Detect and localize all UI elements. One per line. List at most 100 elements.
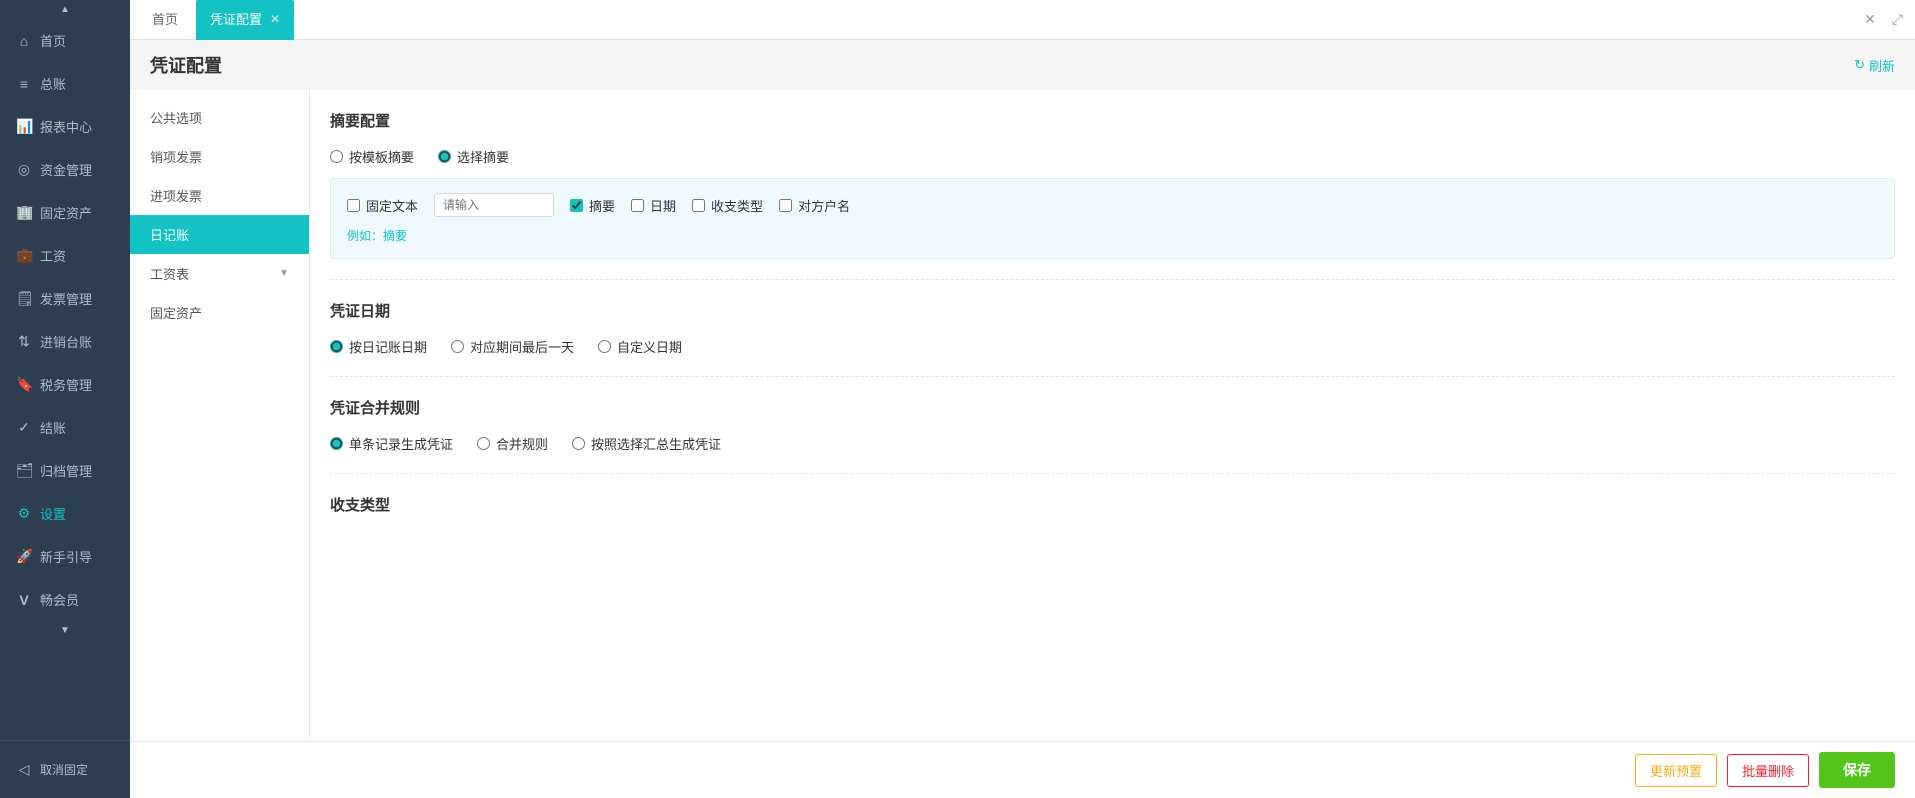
checkbox-counterparty-input[interactable] (779, 199, 792, 212)
purchase-sales-icon: ⇅ (16, 333, 32, 350)
sidebar-item-fixed-assets[interactable]: 🏢 固定资产 (0, 191, 130, 234)
nav-item-purchase-invoice[interactable]: 进项发票 (130, 176, 309, 215)
summary-config-radio-group: 按模板摘要 选择摘要 (330, 147, 1895, 166)
section-voucher-date: 凭证日期 按日记账日期 对应期间最后一天 自定义日期 (330, 280, 1895, 377)
section-summary-config: 摘要配置 按模板摘要 选择摘要 (330, 90, 1895, 280)
radio-template-summary-input[interactable] (330, 150, 343, 163)
tax-icon: 🔖 (16, 376, 32, 393)
tab-close-window-button[interactable]: ✕ (1860, 7, 1880, 32)
voucher-date-title: 凭证日期 (330, 300, 1895, 321)
checkbox-summary-input[interactable] (570, 199, 583, 212)
tab-bar: 首页 凭证配置 ✕ ✕ ⤢ (130, 0, 1915, 40)
save-button[interactable]: 保存 (1819, 752, 1895, 788)
sidebar-scroll-down[interactable]: ▼ (0, 621, 130, 640)
archive-icon: 🗂 (16, 462, 32, 479)
tab-actions: ✕ ⤢ (1860, 7, 1907, 32)
invoice-icon: 🗒 (16, 290, 32, 307)
income-expense-type-title: 收支类型 (330, 494, 1895, 515)
fixed-text-input[interactable] (434, 193, 554, 217)
sidebar-item-salary[interactable]: 💼 工资 (0, 234, 130, 277)
vip-icon: V (16, 592, 32, 608)
checkbox-summary[interactable]: 摘要 (570, 196, 615, 215)
radio-custom-date[interactable]: 自定义日期 (598, 337, 682, 356)
sidebar-item-tax-mgmt[interactable]: 🔖 税务管理 (0, 363, 130, 406)
radio-select-summary[interactable]: 选择摘要 (438, 147, 509, 166)
sidebar-item-funds[interactable]: ◎ 资金管理 (0, 148, 130, 191)
fixed-assets-icon: 🏢 (16, 204, 32, 221)
refresh-icon: ↻ (1854, 57, 1865, 73)
merge-rules-radio-group: 单条记录生成凭证 合并规则 按照选择汇总生成凭证 (330, 434, 1895, 453)
sidebar-bottom: ◁ 取消固定 (0, 740, 130, 798)
sidebar-item-reports[interactable]: 📊 报表中心 (0, 105, 130, 148)
sidebar: ▲ ⌂ 首页 ≡ 总账 📊 报表中心 ◎ 资金管理 🏢 固定资产 💼 工资 🗒 … (0, 0, 130, 798)
sidebar-item-invoice-mgmt[interactable]: 🗒 发票管理 (0, 277, 130, 320)
sidebar-item-home[interactable]: ⌂ 首页 (0, 19, 130, 62)
checkbox-counterparty-name[interactable]: 对方户名 (779, 196, 850, 215)
section-merge-rules: 凭证合并规则 单条记录生成凭证 合并规则 按照选择汇总生成凭证 (330, 377, 1895, 474)
example-text: 例如：摘要 (347, 227, 1878, 244)
checkbox-income-expense-input[interactable] (692, 199, 705, 212)
sidebar-item-purchase-sales[interactable]: ⇅ 进销台账 (0, 320, 130, 363)
radio-custom-date-input[interactable] (598, 340, 611, 353)
right-content: 摘要配置 按模板摘要 选择摘要 (310, 90, 1915, 741)
content-body: 公共选项 销项发票 进项发票 日记账 工资表 ▼ 固定资产 (130, 90, 1915, 741)
summary-checkbox-options: 固定文本 摘要 日期 (330, 178, 1895, 259)
sidebar-item-ledger[interactable]: ≡ 总账 (0, 62, 130, 105)
nav-item-public-options[interactable]: 公共选项 (130, 98, 309, 137)
checkbox-date[interactable]: 日期 (631, 196, 676, 215)
settlement-icon: ✓ (16, 419, 32, 436)
radio-last-day-input[interactable] (451, 340, 464, 353)
summary-config-title: 摘要配置 (330, 110, 1895, 131)
radio-by-journal-date[interactable]: 按日记账日期 (330, 337, 427, 356)
radio-select-summary-input[interactable] (438, 150, 451, 163)
refresh-button[interactable]: ↻ 刷新 (1854, 56, 1895, 75)
tab-voucher-config[interactable]: 凭证配置 ✕ (196, 0, 294, 40)
checkbox-fixed-text[interactable]: 固定文本 (347, 196, 418, 215)
home-icon: ⌂ (16, 33, 32, 49)
nav-item-sales-invoice[interactable]: 销项发票 (130, 137, 309, 176)
tab-expand-button[interactable]: ⤢ (1888, 7, 1907, 32)
radio-generate-by-selection[interactable]: 按照选择汇总生成凭证 (572, 434, 721, 453)
radio-template-summary[interactable]: 按模板摘要 (330, 147, 414, 166)
voucher-date-radio-group: 按日记账日期 对应期间最后一天 自定义日期 (330, 337, 1895, 356)
tab-home[interactable]: 首页 (138, 0, 192, 40)
nav-item-payroll[interactable]: 工资表 ▼ (130, 254, 309, 293)
left-nav: 公共选项 销项发票 进项发票 日记账 工资表 ▼ 固定资产 (130, 90, 310, 741)
sidebar-scroll-up[interactable]: ▲ (0, 0, 130, 19)
radio-merge-rules[interactable]: 合并规则 (477, 434, 548, 453)
funds-icon: ◎ (16, 161, 32, 178)
sidebar-item-settings[interactable]: ⚙ 设置 (0, 492, 130, 535)
settings-icon: ⚙ (16, 505, 32, 522)
sidebar-item-vip[interactable]: V 畅会员 (0, 578, 130, 621)
page-header: 凭证配置 ↻ 刷新 (130, 40, 1915, 90)
ledger-icon: ≡ (16, 76, 32, 92)
update-preview-button[interactable]: 更新预置 (1635, 754, 1717, 787)
checkbox-fixed-text-input[interactable] (347, 199, 360, 212)
guide-icon: 🚀 (16, 548, 32, 565)
main-area: 首页 凭证配置 ✕ ✕ ⤢ 凭证配置 ↻ 刷新 公共选项 (130, 0, 1915, 798)
checkbox-date-input[interactable] (631, 199, 644, 212)
nav-item-journal[interactable]: 日记账 (130, 215, 309, 254)
radio-single-record-input[interactable] (330, 437, 343, 450)
sidebar-item-guide[interactable]: 🚀 新手引导 (0, 535, 130, 578)
radio-journal-date-input[interactable] (330, 340, 343, 353)
nav-item-fixed-assets[interactable]: 固定资产 (130, 293, 309, 332)
reports-icon: 📊 (16, 118, 32, 135)
radio-merge-rules-input[interactable] (477, 437, 490, 450)
radio-generate-selection-input[interactable] (572, 437, 585, 450)
section-income-expense-type: 收支类型 (330, 474, 1895, 571)
radio-single-record[interactable]: 单条记录生成凭证 (330, 434, 453, 453)
checkbox-income-expense-type[interactable]: 收支类型 (692, 196, 763, 215)
batch-delete-button[interactable]: 批量删除 (1727, 754, 1809, 787)
radio-last-day-of-period[interactable]: 对应期间最后一天 (451, 337, 574, 356)
bottom-bar: 更新预置 批量删除 保存 (130, 741, 1915, 798)
unpin-button[interactable]: ◁ 取消固定 (0, 749, 130, 790)
summary-checkbox-row: 固定文本 摘要 日期 (347, 193, 1878, 217)
tab-close-icon[interactable]: ✕ (270, 12, 280, 26)
merge-rules-title: 凭证合并规则 (330, 397, 1895, 418)
salary-icon: 💼 (16, 247, 32, 264)
chevron-down-icon: ▼ (279, 268, 289, 279)
page-content: 凭证配置 ↻ 刷新 公共选项 销项发票 进项发票 日记账 (130, 40, 1915, 798)
sidebar-item-archive-mgmt[interactable]: 🗂 归档管理 (0, 449, 130, 492)
sidebar-item-settlement[interactable]: ✓ 结账 (0, 406, 130, 449)
